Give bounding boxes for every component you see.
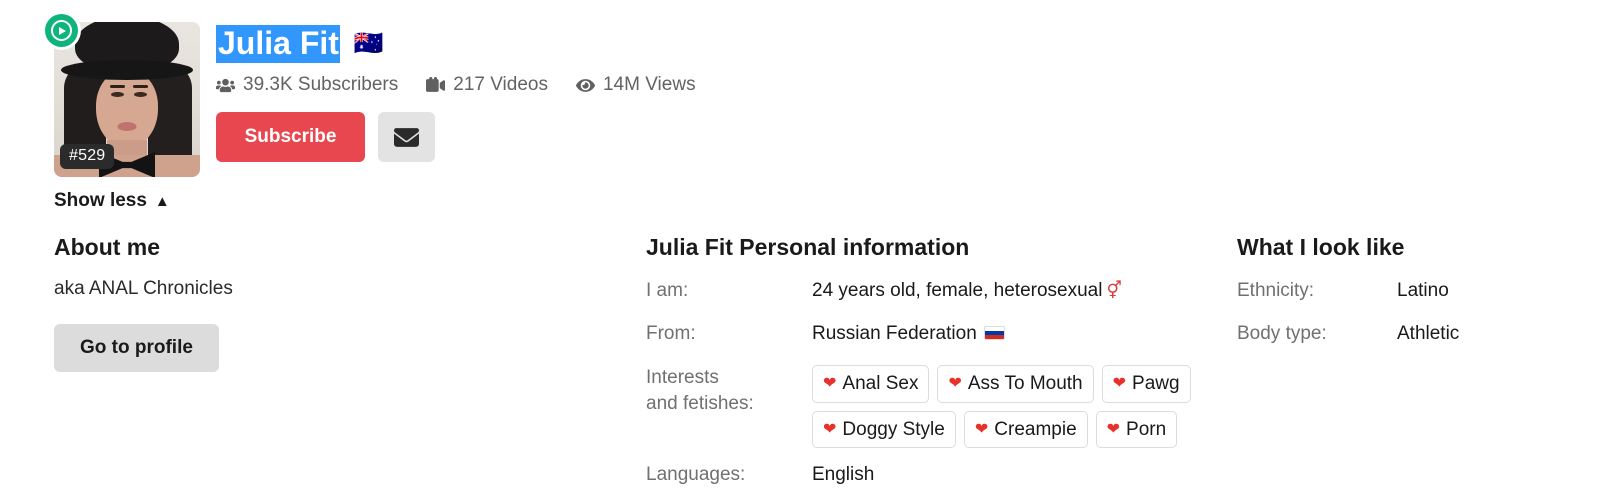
personal-information-column: Julia Fit Personal information I am: 24 … xyxy=(646,234,1216,502)
interest-tag-label: Pawg xyxy=(1132,372,1180,394)
heart-icon: ❤ xyxy=(823,374,837,392)
chevron-up-icon: ▲ xyxy=(154,192,170,210)
channel-name[interactable]: Julia Fit xyxy=(216,24,340,64)
info-label-from: From: xyxy=(646,323,696,345)
stat-videos: 217 Videos xyxy=(426,74,548,96)
info-value-from: Russian Federation xyxy=(812,321,1216,365)
appearance-table: Ethnicity: Latino Body type: Athletic xyxy=(1237,278,1459,365)
interest-tag[interactable]: ❤ Ass To Mouth xyxy=(937,364,1094,403)
interest-tag[interactable]: ❤ Creampie xyxy=(963,410,1088,449)
stat-subscribers: 39.3K Subscribers xyxy=(216,74,398,96)
message-button[interactable] xyxy=(378,112,435,162)
info-value-languages: English xyxy=(812,464,875,486)
info-value-ethnicity: Latino xyxy=(1397,279,1449,301)
eye-icon xyxy=(575,78,595,92)
avatar-container[interactable]: #529 xyxy=(45,14,200,177)
i-am-text: 24 years old, female, heterosexual xyxy=(812,279,1103,301)
info-row-i-am: I am: 24 years old, female, heterosexual… xyxy=(646,278,1216,322)
heart-icon: ❤ xyxy=(1112,374,1127,392)
channel-title-row: Julia Fit 🇦🇺 xyxy=(216,24,724,64)
go-to-profile-button[interactable]: Go to profile xyxy=(54,323,219,372)
info-label-body-type: Body type: xyxy=(1237,323,1327,345)
info-row-languages: Languages: English xyxy=(646,462,1216,502)
info-value-body-type: Athletic xyxy=(1397,323,1460,345)
interest-tag[interactable]: ❤ Pawg xyxy=(1101,364,1191,403)
play-triangle xyxy=(59,26,66,35)
interest-tag-label: Porn xyxy=(1126,418,1167,440)
interest-tags: ❤ Anal Sex ❤ Ass To Mouth ❤ Pawg ❤ Doggy Sty… xyxy=(812,364,1216,449)
info-label-interests: Interests and fetishes: xyxy=(646,366,754,414)
gender-symbol-icon: ⚥ xyxy=(1106,280,1122,300)
interest-tag[interactable]: ❤ Porn xyxy=(1095,410,1178,449)
profile-header-details: Julia Fit 🇦🇺 39.3K Subscribers 217 Video… xyxy=(216,22,724,162)
interest-tag[interactable]: ❤ Anal Sex xyxy=(812,364,930,403)
russia-flag-icon xyxy=(983,326,1005,341)
channel-stats: 39.3K Subscribers 217 Videos 14M Views xyxy=(216,74,724,96)
interest-tag-label: Ass To Mouth xyxy=(967,372,1083,394)
interest-tag-label: Creampie xyxy=(994,418,1077,440)
interest-tag-label: Anal Sex xyxy=(842,372,919,394)
heart-icon: ❤ xyxy=(948,374,962,392)
play-ring xyxy=(51,20,72,41)
rank-badge: #529 xyxy=(60,144,115,169)
profile-actions: Subscribe xyxy=(216,112,724,162)
info-label-languages: Languages: xyxy=(646,464,746,486)
users-icon xyxy=(216,78,235,92)
play-circle-icon[interactable] xyxy=(45,14,78,47)
about-column: About me aka ANAL Chronicles Go to profi… xyxy=(54,234,614,372)
show-less-toggle[interactable]: Show less ▲ xyxy=(54,190,170,212)
interest-tag-label: Doggy Style xyxy=(842,418,945,440)
channel-profile-page: #529 Julia Fit 🇦🇺 39.3K Subscribers 217 … xyxy=(0,0,1600,502)
info-label-ethnicity: Ethnicity: xyxy=(1237,279,1315,301)
about-title: About me xyxy=(54,234,161,260)
heart-icon: ❤ xyxy=(823,420,837,438)
info-row-ethnicity: Ethnicity: Latino xyxy=(1237,278,1459,322)
info-value-interests: ❤ Anal Sex ❤ Ass To Mouth ❤ Pawg ❤ Doggy Sty… xyxy=(812,364,1216,462)
australia-flag-icon: 🇦🇺 xyxy=(353,30,384,57)
envelope-icon xyxy=(394,127,419,147)
personal-information-table: I am: 24 years old, female, heterosexual… xyxy=(646,278,1216,502)
from-text: Russian Federation xyxy=(812,323,977,345)
info-row-interests: Interests and fetishes: ❤ Anal Sex ❤ Ass T… xyxy=(646,364,1216,462)
appearance-title: What I look like xyxy=(1237,234,1405,260)
stat-views-value: 14M Views xyxy=(602,74,696,95)
stat-videos-value: 217 Videos xyxy=(453,74,548,95)
stat-views: 14M Views xyxy=(575,74,696,96)
video-camera-icon xyxy=(426,76,446,92)
personal-information-title: Julia Fit Personal information xyxy=(646,234,970,260)
info-row-body-type: Body type: Athletic xyxy=(1237,321,1459,365)
info-row-from: From: Russian Federation xyxy=(646,321,1216,365)
about-text: aka ANAL Chronicles xyxy=(54,277,233,299)
profile-header: #529 Julia Fit 🇦🇺 39.3K Subscribers 217 … xyxy=(45,14,724,177)
subscribe-button[interactable]: Subscribe xyxy=(216,112,365,162)
heart-icon: ❤ xyxy=(1106,420,1121,438)
heart-icon: ❤ xyxy=(974,420,989,438)
show-less-label: Show less xyxy=(54,190,147,211)
interest-tag[interactable]: ❤ Doggy Style xyxy=(812,410,956,449)
stat-subscribers-value: 39.3K Subscribers xyxy=(243,74,399,95)
appearance-column: What I look like Ethnicity: Latino Body … xyxy=(1237,234,1587,365)
info-value-i-am: 24 years old, female, heterosexual ⚥ xyxy=(812,278,1216,322)
info-label-i-am: I am: xyxy=(646,279,689,301)
